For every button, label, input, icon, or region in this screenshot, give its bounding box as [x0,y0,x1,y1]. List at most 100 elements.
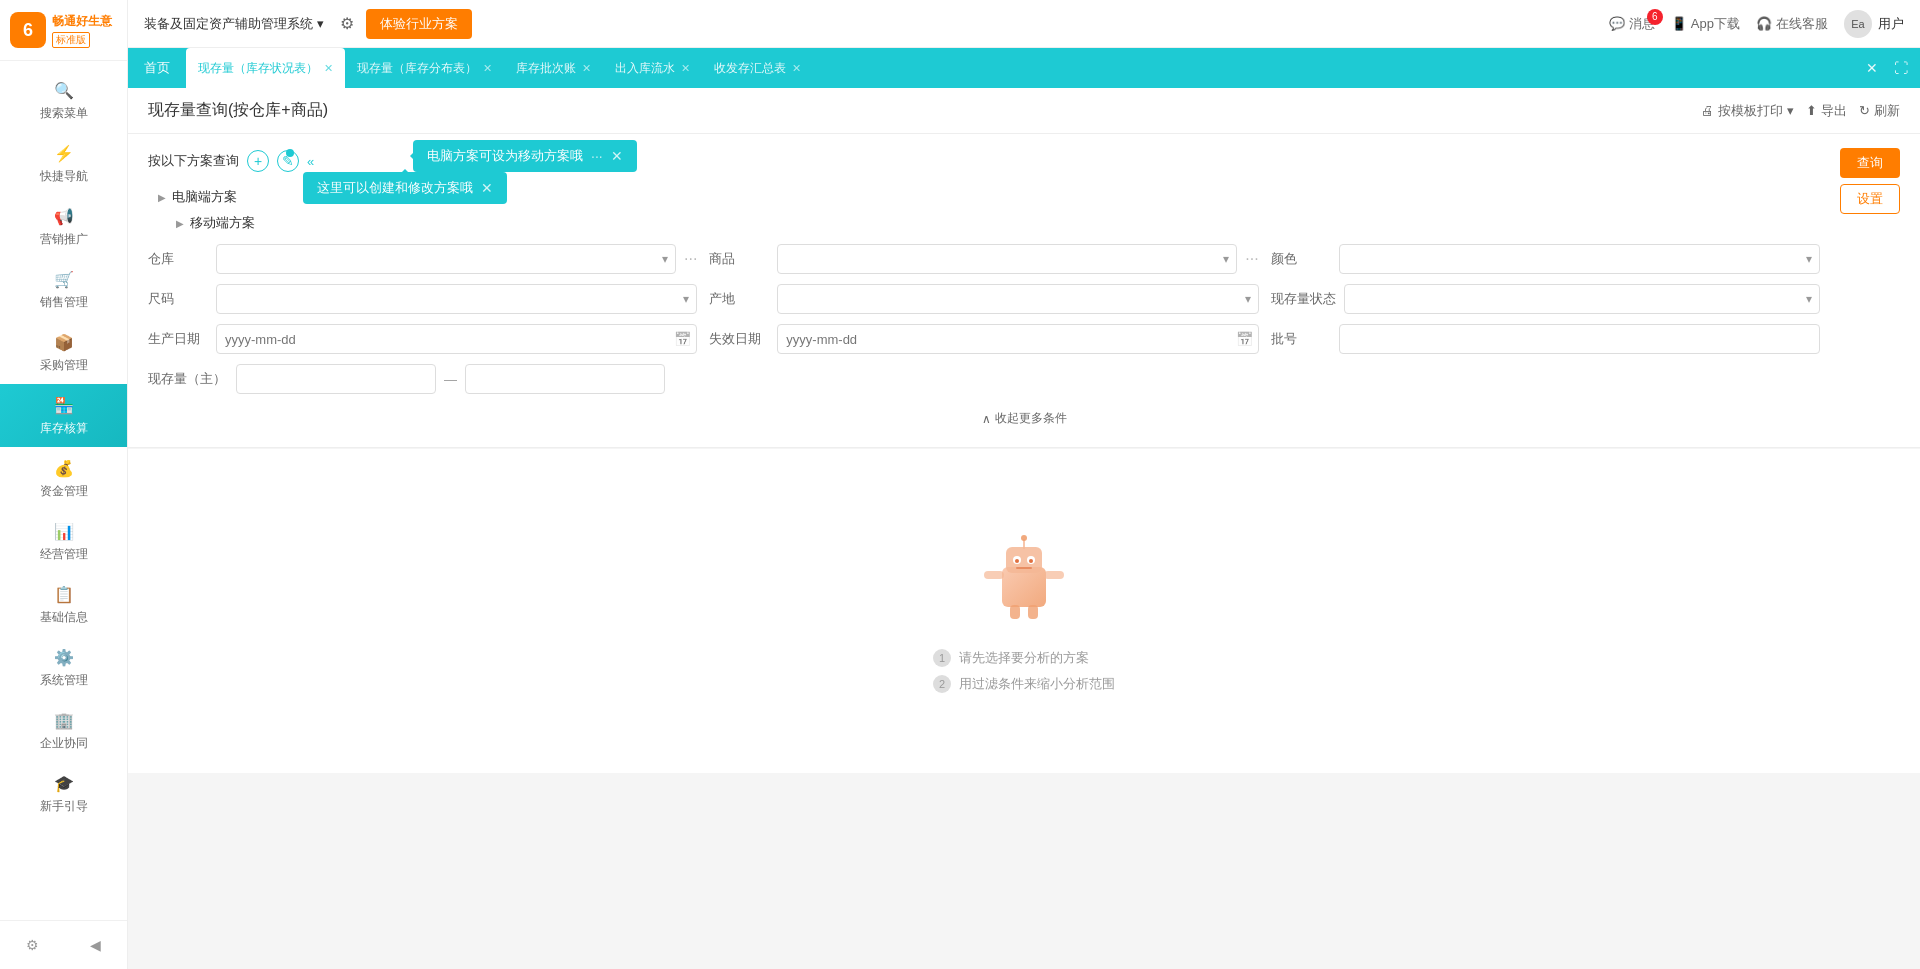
expiry-date-start-input[interactable] [777,324,1258,354]
filter-field-product: 商品 ··· [709,244,1258,274]
sidebar-item-quick-nav[interactable]: ⚡ 快捷导航 [0,132,127,195]
expand-arrow-mobile-icon: ▶ [176,218,184,229]
sidebar-item-marketing[interactable]: 📢 营销推广 [0,195,127,258]
inventory-main-end-input[interactable] [465,364,665,394]
svg-rect-7 [1010,605,1020,619]
product-select[interactable] [777,244,1237,274]
tab-inventory-distribution[interactable]: 现存量（库存分布表） ✕ [345,48,504,88]
production-date-start-input[interactable] [216,324,697,354]
user-area[interactable]: Ea 用户 [1844,10,1904,38]
svg-rect-6 [1016,567,1032,569]
tab-inventory-distribution-close[interactable]: ✕ [483,62,492,75]
export-btn[interactable]: ⬆ 导出 [1806,102,1847,120]
tab-inventory-batch-label: 库存批次账 [516,60,576,77]
reset-btn[interactable]: 设置 [1840,184,1900,214]
logo-badge: 标准版 [52,32,90,48]
origin-label: 产地 [709,290,769,308]
warehouse-select[interactable] [216,244,676,274]
header-settings-icon[interactable]: ⚙ [340,14,354,33]
sidebar-item-finance-label: 资金管理 [40,483,88,500]
app-download-btn[interactable]: 📱 App下载 [1671,15,1740,33]
enterprise-icon: 🏢 [53,709,75,731]
filter-label: 按以下方案查询 [148,152,239,170]
origin-select[interactable] [777,284,1258,314]
sidebar-item-guide[interactable]: 🎓 新手引导 [0,762,127,825]
sidebar-item-sales-label: 销售管理 [40,294,88,311]
sidebar-item-basic-info[interactable]: 📋 基础信息 [0,573,127,636]
filter-field-warehouse: 仓库 ··· [148,244,697,274]
add-scheme-btn[interactable]: + [247,150,269,172]
svg-point-4 [1015,559,1019,563]
batch-input[interactable] [1339,324,1820,354]
industry-btn[interactable]: 体验行业方案 [366,9,472,39]
tab-in-out-flow-close[interactable]: ✕ [681,62,690,75]
sidebar-item-enterprise-label: 企业协同 [40,735,88,752]
headset-icon: 🎧 [1756,16,1772,31]
inventory-main-start-input[interactable] [236,364,436,394]
sidebar-item-quick-nav-label: 快捷导航 [40,168,88,185]
tab-in-out-flow-label: 出入库流水 [615,60,675,77]
search-btn[interactable]: 查询 [1840,148,1900,178]
scheme-popup-close[interactable]: ✕ [611,148,623,164]
svg-rect-8 [1028,605,1038,619]
tab-inventory-status[interactable]: 现存量（库存状况表） ✕ [186,48,345,88]
empty-tip-2-text: 用过滤条件来缩小分析范围 [959,675,1115,693]
system-name: 装备及固定资产辅助管理系统 [144,15,313,33]
warehouse-select-wrapper [216,244,676,274]
sidebar-item-operations[interactable]: 📊 经营管理 [0,510,127,573]
sidebar-item-search[interactable]: 🔍 搜索菜单 [0,69,127,132]
color-select[interactable] [1339,244,1820,274]
phone-icon: 📱 [1671,16,1687,31]
sidebar-collapse-btn[interactable]: ◀ [86,933,105,957]
tab-inventory-status-close[interactable]: ✕ [324,62,333,75]
scheme-popup: 电脑方案可设为移动方案哦 ··· ✕ [413,140,637,172]
close-all-tabs-btn[interactable]: ✕ [1862,56,1882,80]
fullscreen-btn[interactable]: ⛶ [1890,56,1912,80]
message-btn[interactable]: 💬 消息 6 [1609,15,1655,33]
sidebar-item-inventory[interactable]: 🏪 库存核算 [0,384,127,447]
user-name: 用户 [1878,15,1904,33]
message-icon: 💬 [1609,16,1625,31]
filter-field-expiry-date: 失效日期 [709,324,1258,354]
sidebar-item-purchase[interactable]: 📦 采购管理 [0,321,127,384]
svg-rect-10 [1044,571,1064,579]
tip-num-1: 1 [933,649,951,667]
refresh-btn[interactable]: ↻ 刷新 [1859,102,1900,120]
sidebar-item-finance[interactable]: 💰 资金管理 [0,447,127,510]
tab-inventory-batch-close[interactable]: ✕ [582,62,591,75]
filter-row-4: 现存量（主） — [148,364,1900,394]
sidebar-item-system-label: 系统管理 [40,672,88,689]
filter-row-3: 生产日期 失效日期 批号 [148,324,1900,354]
online-service-btn[interactable]: 🎧 在线客服 [1756,15,1828,33]
back-scheme-btn[interactable]: « [307,154,314,169]
sidebar-item-inventory-label: 库存核算 [40,420,88,437]
sidebar-item-guide-label: 新手引导 [40,798,88,815]
size-select[interactable] [216,284,697,314]
tab-in-out-flow[interactable]: 出入库流水 ✕ [603,48,702,88]
tab-home[interactable]: 首页 [128,48,186,88]
collapse-btn[interactable]: ∧ 收起更多条件 [982,410,1067,427]
sidebar-item-enterprise[interactable]: 🏢 企业协同 [0,699,127,762]
batch-label: 批号 [1271,330,1331,348]
empty-illustration [974,529,1074,629]
sidebar-item-sales[interactable]: 🛒 销售管理 [0,258,127,321]
tab-receive-summary-close[interactable]: ✕ [792,62,801,75]
sidebar-settings-btn[interactable]: ⚙ [22,933,43,957]
guide-icon: 🎓 [53,772,75,794]
top-header: 装备及固定资产辅助管理系统 ▾ ⚙ 体验行业方案 💬 消息 6 📱 App下载 … [128,0,1920,48]
edit-scheme-popup-close[interactable]: ✕ [481,180,493,196]
tab-receive-summary[interactable]: 收发存汇总表 ✕ [702,48,813,88]
print-btn[interactable]: 🖨 按模板打印 ▾ [1701,102,1794,120]
inventory-status-select[interactable] [1344,284,1820,314]
online-service-label: 在线客服 [1776,15,1828,33]
scheme-popup-text: 电脑方案可设为移动方案哦 [427,147,583,165]
marketing-icon: 📢 [53,205,75,227]
sidebar-item-system[interactable]: ⚙️ 系统管理 [0,636,127,699]
app-download-label: App下载 [1691,15,1740,33]
size-select-wrapper [216,284,697,314]
tab-receive-summary-label: 收发存汇总表 [714,60,786,77]
system-name-dropdown[interactable]: 装备及固定资产辅助管理系统 ▾ [144,15,324,33]
tab-inventory-batch[interactable]: 库存批次账 ✕ [504,48,603,88]
collapse-arrow-icon: ∧ [982,412,991,426]
logo-text-block: 畅通好生意 标准版 [52,13,112,48]
